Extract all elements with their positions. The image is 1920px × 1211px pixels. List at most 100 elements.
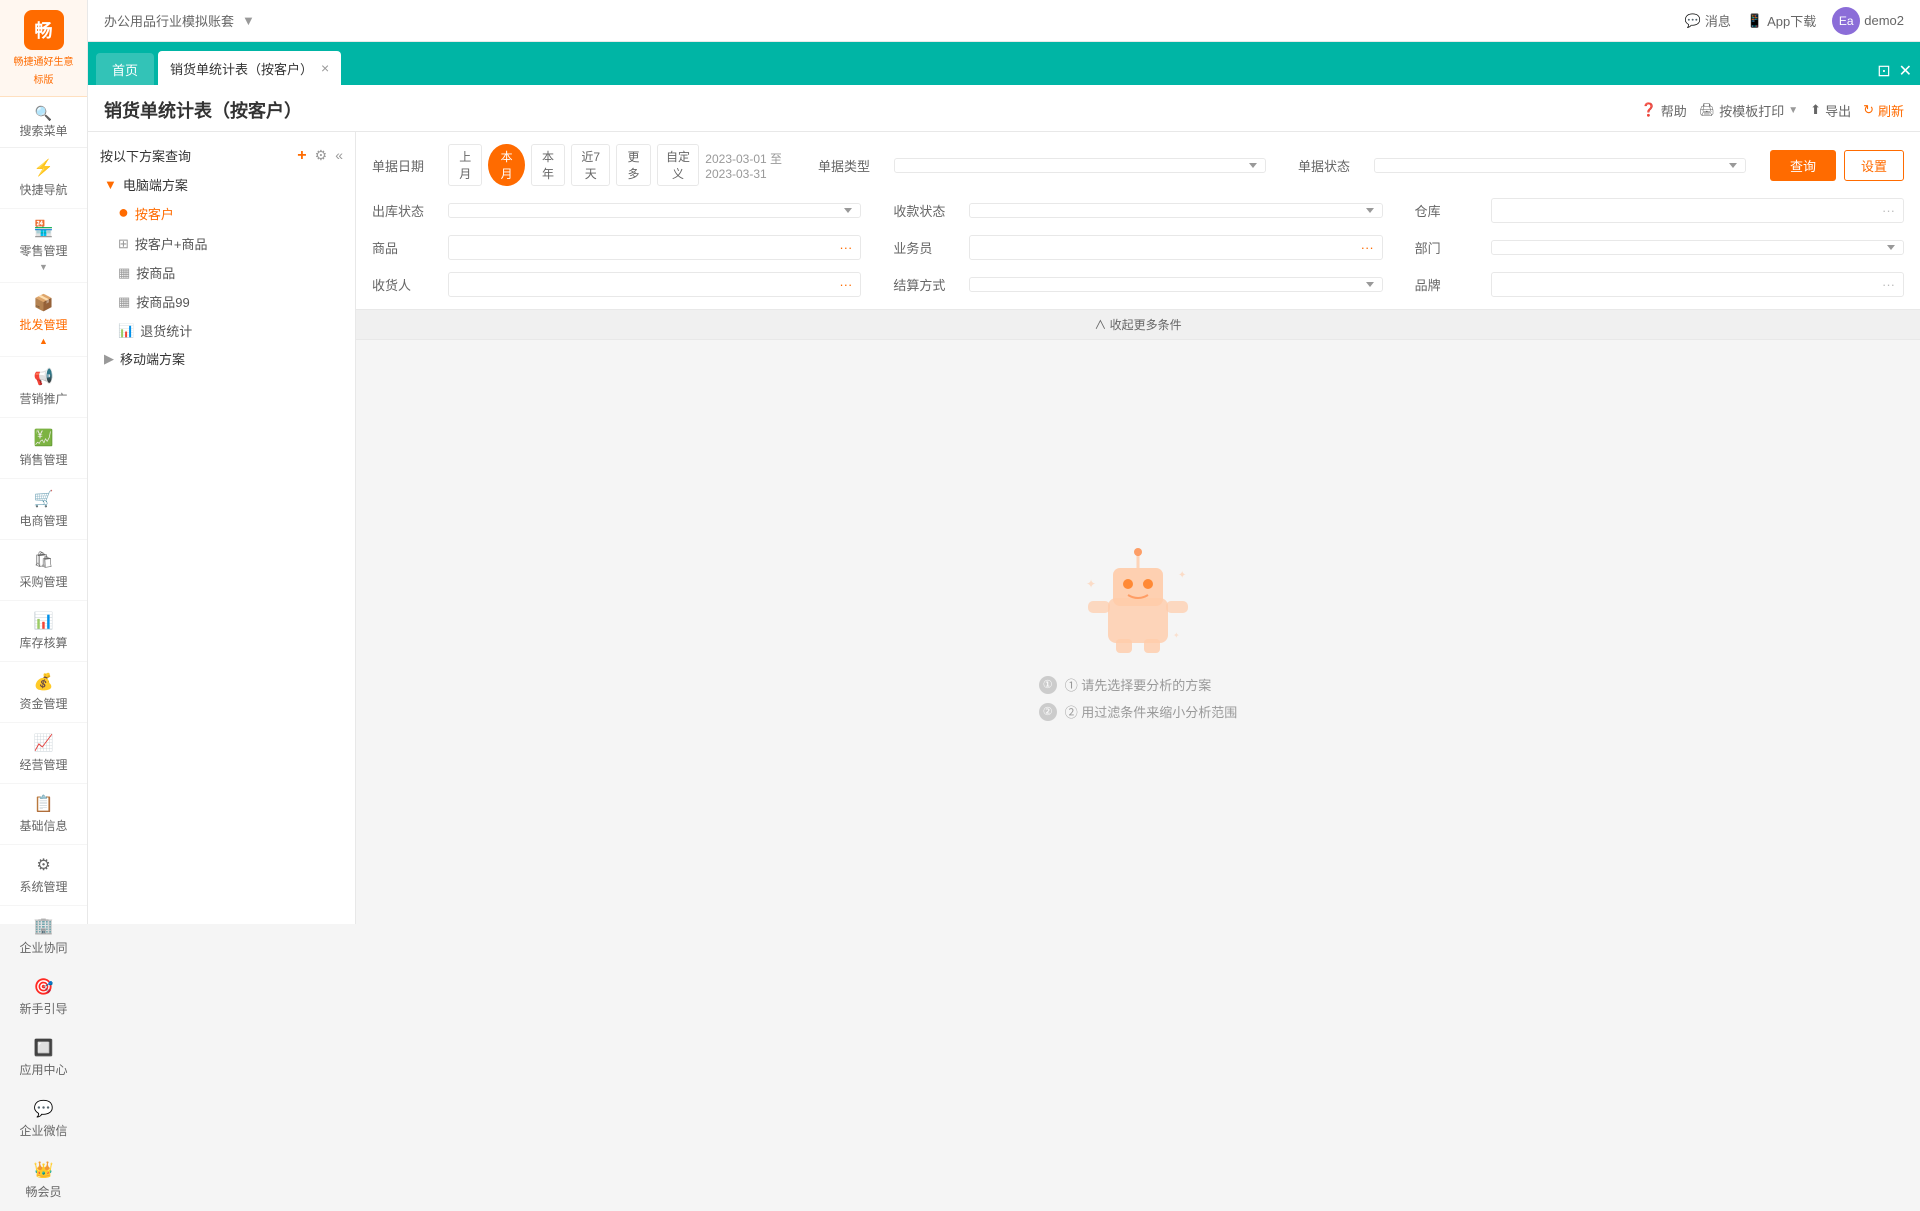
date-btn-more[interactable]: 更多 [616,144,650,186]
tree-section-desktop[interactable]: ▼ 电脑端方案 [88,171,355,198]
filter-row-3: 商品 ··· 业务员 ··· 部门 [372,235,1904,260]
scheme-settings-btn[interactable]: ⚙ [315,147,328,165]
tab-home[interactable]: 首页 [96,53,154,85]
industry-dropdown-icon[interactable]: ▼ [242,13,255,28]
payment-select[interactable] [969,203,1382,218]
message-icon: 💬 [1685,13,1701,29]
inventory-icon: 📊 [34,611,54,631]
staff-select[interactable]: ··· [969,235,1382,260]
logo-text: 畅捷通好生意 [14,53,74,68]
sidebar-item-basic-info[interactable]: 📋 基础信息 [0,784,87,845]
left-panel-header: 按以下方案查询 + ⚙ « [88,140,355,171]
receiver-select[interactable]: ··· [448,272,861,297]
sidebar-item-management[interactable]: 📈 经营管理 [0,723,87,784]
tree-item-return-stats[interactable]: 📊 退货统计 [88,316,355,345]
tree-item-by-customer[interactable]: ● 按客户 [88,198,355,229]
print-btn[interactable]: 🖨 按模板打印 ▼ [1699,101,1798,120]
sidebar-item-finance[interactable]: 💰 资金管理 [0,662,87,723]
print-icon: 🖨 [1699,102,1716,118]
page-header: 销货单统计表（按客户） ❓ 帮助 🖨 按模板打印 ▼ ⬆ 导出 ↻ 刷新 [88,85,1920,132]
tree-arrow-icon: ▼ [104,177,117,192]
member-icon: 👑 [34,1160,54,1180]
basic-info-icon: 📋 [34,794,54,814]
panel-collapse-btn[interactable]: « [335,147,343,165]
date-btn-last-month[interactable]: 上月 [448,144,482,186]
tree-item-by-goods[interactable]: ▦ 按商品 [88,258,355,287]
help-btn[interactable]: ❓ 帮助 [1641,101,1687,120]
sidebar-item-inventory[interactable]: 📊 库存核算 [0,601,87,662]
user-menu[interactable]: Ea demo2 [1832,7,1904,35]
left-panel-icons: + ⚙ « [297,147,343,165]
sidebar-item-retail[interactable]: 🏪 零售管理 ▼ [0,209,87,283]
message-btn[interactable]: 💬 消息 [1685,11,1731,30]
sidebar-item-enterprise[interactable]: 🏢 企业协同 [0,906,87,967]
order-status-select[interactable] [1374,158,1746,173]
dept-select[interactable] [1491,240,1904,255]
order-type-select[interactable] [894,158,1266,173]
sidebar-item-wechat[interactable]: 💬 企业微信 [0,1089,87,1150]
sidebar-item-ecommerce[interactable]: 🛒 电商管理 [0,479,87,540]
left-panel: 按以下方案查询 + ⚙ « ▼ 电脑端方案 ● 按客户 ⊞ 按客户+商品 [88,132,356,924]
tab-close-btn[interactable]: × [321,61,329,75]
filter-area: 单据日期 上月 本月 本年 近7天 更多 自定义 2023-03-01 至 20… [356,132,1920,340]
date-btn-custom[interactable]: 自定义 [657,144,700,186]
setting-btn[interactable]: 设置 [1844,150,1904,181]
date-btn-last-7days[interactable]: 近7天 [571,144,610,186]
tree-section-mobile[interactable]: ▶ 移动端方案 [88,345,355,372]
tree-item-by-goods99[interactable]: ▦ 按商品99 [88,287,355,316]
tree-item-by-customer-goods[interactable]: ⊞ 按客户+商品 [88,229,355,258]
guide-icon: 🎯 [34,977,54,997]
sidebar-item-sales[interactable]: 💹 销售管理 [0,418,87,479]
brand-select[interactable]: ··· [1491,272,1904,297]
retail-icon: 🏪 [34,219,54,239]
add-scheme-btn[interactable]: + [297,147,306,165]
sidebar-item-guide[interactable]: 🎯 新手引导 [0,967,87,1028]
collapse-btn[interactable]: ∧ 收起更多条件 [356,309,1920,339]
filter-row-4: 收货人 ··· 结算方式 品牌 ··· [372,272,1904,297]
window-close-btn[interactable]: ✕ [1899,61,1912,81]
goods-select[interactable]: ··· [448,235,861,260]
tree-section-label: 电脑端方案 [123,175,188,194]
payment-chevron [1366,208,1374,213]
svg-text:✦: ✦ [1173,631,1180,640]
export-btn[interactable]: ⬆ 导出 [1810,101,1851,120]
date-btn-this-month[interactable]: 本月 [488,144,524,186]
shipment-select[interactable] [448,203,861,218]
search-btn[interactable]: 查询 [1770,150,1836,181]
sidebar-item-purchase[interactable]: 🛍 采购管理 [0,540,87,601]
sidebar-item-search[interactable]: 🔍 搜索菜单 [0,97,87,148]
dept-label: 部门 [1415,238,1475,257]
warehouse-dots: ··· [1882,203,1895,218]
order-type-chevron [1249,163,1257,168]
goods-label: 商品 [372,238,432,257]
sidebar-item-quick-nav[interactable]: ⚡ 快捷导航 [0,148,87,209]
sidebar-item-member[interactable]: 👑 畅会员 [0,1150,87,1211]
sales-icon: 💹 [34,428,54,448]
app-download-btn[interactable]: 📱 App下载 [1747,11,1816,30]
payment-label: 收款状态 [893,201,953,220]
sidebar-item-system[interactable]: ⚙ 系统管理 [0,845,87,906]
sidebar-item-wholesale[interactable]: 📦 批发管理 ▲ [0,283,87,357]
svg-text:✦: ✦ [1178,570,1186,581]
svg-text:✦: ✦ [1086,577,1096,591]
topbar-right: 💬 消息 📱 App下载 Ea demo2 [1685,7,1904,35]
management-icon: 📈 [34,733,54,753]
warehouse-select[interactable]: ··· [1491,198,1904,223]
industry-label: 办公用品行业模拟账套 [104,11,234,30]
tab-label: 销货单统计表（按客户） [170,59,313,78]
tab-sales-stats[interactable]: 销货单统计表（按客户） × [158,51,341,85]
settlement-select[interactable] [969,277,1382,292]
sidebar-item-app-center[interactable]: 🔲 应用中心 [0,1028,87,1089]
refresh-btn[interactable]: ↻ 刷新 [1863,101,1904,120]
sidebar-item-marketing[interactable]: 📢 营销推广 [0,357,87,418]
left-panel-title: 按以下方案查询 [100,146,191,165]
date-group: 上月 本月 本年 近7天 更多 自定义 2023-03-01 至 2023-03… [448,144,802,186]
filter-row-2: 出库状态 收款状态 仓库 ··· [372,198,1904,223]
sidebar: 畅 畅捷通好生意 标版 🔍 搜索菜单 ⚡ 快捷导航 🏪 零售管理 ▼ 📦 批发管… [0,0,88,924]
empty-illustration: ✦ ✦ ✦ [1078,543,1198,663]
date-btn-this-year[interactable]: 本年 [531,144,565,186]
active-indicator: ● [118,202,129,223]
window-minimize-btn[interactable]: ⊡ [1877,61,1890,81]
content-body: 按以下方案查询 + ⚙ « ▼ 电脑端方案 ● 按客户 ⊞ 按客户+商品 [88,132,1920,924]
warehouse-label: 仓库 [1415,201,1475,220]
